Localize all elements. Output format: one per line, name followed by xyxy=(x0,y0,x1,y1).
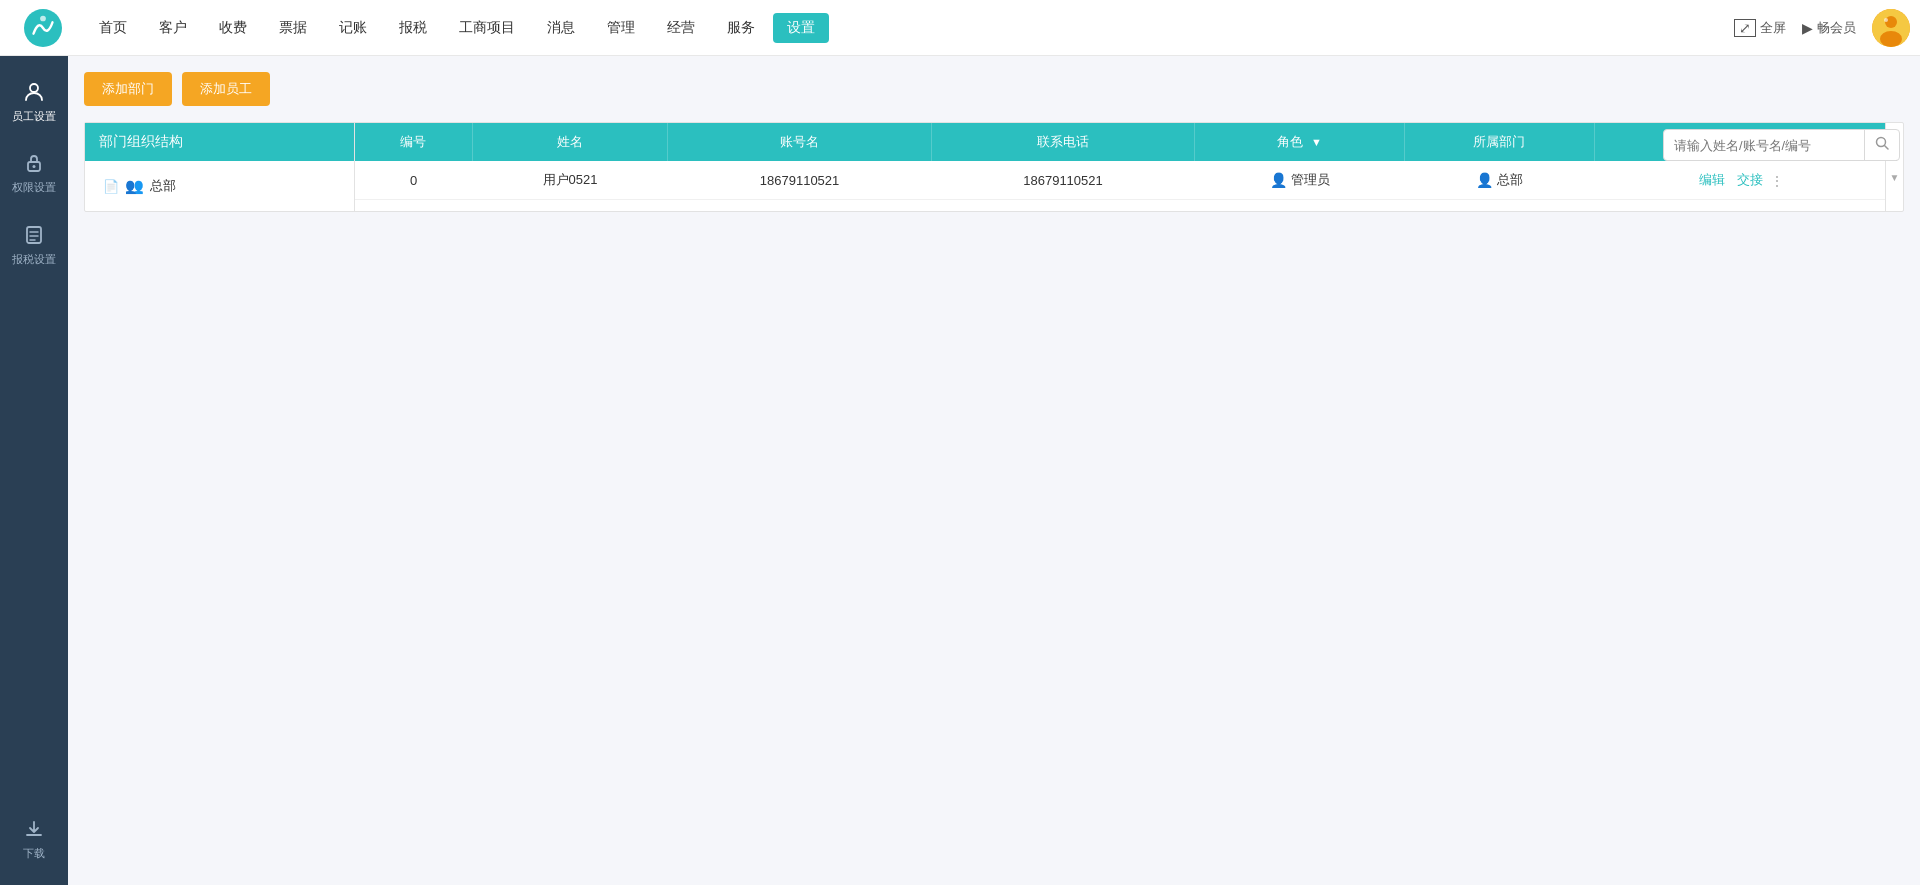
scroll-down-arrow[interactable]: ▼ xyxy=(1886,167,1903,187)
svg-point-3 xyxy=(1885,16,1897,28)
nav-right: ⤢ 全屏 ▶ 畅会员 xyxy=(1734,9,1910,47)
dept-tree-body: 📄 👥 总部 xyxy=(85,161,354,211)
member-label: 畅会员 xyxy=(1817,19,1856,37)
sidebar-bottom: 下载 xyxy=(18,803,50,885)
svg-point-5 xyxy=(1884,18,1888,22)
member-btn[interactable]: ▶ 畅会员 xyxy=(1802,19,1856,37)
svg-point-1 xyxy=(40,15,46,21)
sidebar-item-download-label: 下载 xyxy=(23,846,45,861)
logo xyxy=(10,9,75,47)
edit-link[interactable]: 编辑 xyxy=(1699,172,1725,187)
sidebar-item-employee[interactable]: 员工设置 xyxy=(0,66,68,137)
role-icon: 👤 xyxy=(1270,172,1287,188)
role-badge: 👤 管理员 xyxy=(1270,171,1330,189)
cell-role: 👤 管理员 xyxy=(1195,161,1405,200)
btn-bar: 添加部门 添加员工 xyxy=(84,72,1904,106)
search-input[interactable] xyxy=(1664,138,1864,153)
nav-item-bookkeeping[interactable]: 记账 xyxy=(325,13,381,43)
nav-item-operation[interactable]: 经营 xyxy=(653,13,709,43)
user-group-icon: 👥 xyxy=(125,177,144,195)
dept-tree-header: 部门组织结构 xyxy=(85,123,354,161)
table-body: 0 用户0521 18679110521 18679110521 👤 管理员 xyxy=(355,161,1885,200)
download-icon xyxy=(22,817,46,841)
cell-id: 0 xyxy=(355,161,472,200)
cell-name: 用户0521 xyxy=(472,161,668,200)
nav-item-home[interactable]: 首页 xyxy=(85,13,141,43)
fullscreen-label: 全屏 xyxy=(1760,19,1786,37)
cell-account: 18679110521 xyxy=(668,161,931,200)
nav-item-manage[interactable]: 管理 xyxy=(593,13,649,43)
employee-data-table: 编号 姓名 账号名 联系电话 角色 ▼ 所属部门 操作 xyxy=(355,123,1885,200)
table-header-row: 编号 姓名 账号名 联系电话 角色 ▼ 所属部门 操作 xyxy=(355,123,1885,161)
employee-icon xyxy=(22,80,46,104)
col-header-phone: 联系电话 xyxy=(931,123,1194,161)
table-row: 0 用户0521 18679110521 18679110521 👤 管理员 xyxy=(355,161,1885,200)
svg-line-14 xyxy=(1885,146,1889,150)
col-header-id: 编号 xyxy=(355,123,472,161)
filter-icon: ▼ xyxy=(1311,136,1322,148)
cell-phone: 18679110521 xyxy=(931,161,1194,200)
avatar[interactable] xyxy=(1872,9,1910,47)
sidebar-item-employee-label: 员工设置 xyxy=(12,109,56,123)
file-icon: 📄 xyxy=(103,179,119,194)
svg-point-4 xyxy=(1880,31,1902,47)
svg-point-8 xyxy=(33,165,36,168)
col-header-name: 姓名 xyxy=(472,123,668,161)
search-bar xyxy=(1663,129,1900,161)
search-button[interactable] xyxy=(1864,130,1899,160)
table-section: 部门组织结构 📄 👥 总部 编号 姓名 账号名 xyxy=(84,122,1904,212)
tree-item-headquarter[interactable]: 📄 👥 总部 xyxy=(95,171,344,201)
col-header-role: 角色 ▼ xyxy=(1195,123,1405,161)
permissions-icon xyxy=(22,151,46,175)
nav-item-bill[interactable]: 票据 xyxy=(265,13,321,43)
sidebar-item-permissions-label: 权限设置 xyxy=(12,180,56,194)
nav-item-service[interactable]: 服务 xyxy=(713,13,769,43)
member-icon: ▶ xyxy=(1802,20,1813,36)
nav-item-tax[interactable]: 报税 xyxy=(385,13,441,43)
cell-dept: 👤 总部 xyxy=(1404,161,1594,200)
cell-actions: 编辑 交接 ⋮ xyxy=(1595,161,1885,200)
nav-item-settings[interactable]: 设置 xyxy=(773,13,829,43)
nav-items: 首页 客户 收费 票据 记账 报税 工商项目 消息 管理 经营 服务 设置 xyxy=(85,13,1734,43)
more-icon[interactable]: ⋮ xyxy=(1770,173,1784,189)
svg-point-6 xyxy=(30,84,38,92)
dept-badge: 👤 总部 xyxy=(1476,171,1523,189)
add-employee-button[interactable]: 添加员工 xyxy=(182,72,270,106)
col-header-account: 账号名 xyxy=(668,123,931,161)
sidebar-item-permissions[interactable]: 权限设置 xyxy=(0,137,68,208)
sidebar-item-taxsettings-label: 报税设置 xyxy=(12,252,56,266)
sidebar: 员工设置 权限设置 报税设置 xyxy=(0,56,68,885)
sidebar-item-download[interactable]: 下载 xyxy=(18,803,50,875)
table-head: 编号 姓名 账号名 联系电话 角色 ▼ 所属部门 操作 xyxy=(355,123,1885,161)
employee-table: 编号 姓名 账号名 联系电话 角色 ▼ 所属部门 操作 xyxy=(355,123,1885,211)
main-layout: 员工设置 权限设置 报税设置 xyxy=(0,56,1920,885)
nav-item-customer[interactable]: 客户 xyxy=(145,13,201,43)
nav-item-fee[interactable]: 收费 xyxy=(205,13,261,43)
tree-item-label: 总部 xyxy=(150,177,176,195)
sidebar-item-taxsettings[interactable]: 报税设置 xyxy=(0,209,68,280)
dept-icon: 👤 xyxy=(1476,172,1493,188)
taxsettings-icon xyxy=(22,223,46,247)
top-nav: 首页 客户 收费 票据 记账 报税 工商项目 消息 管理 经营 服务 设置 ⤢ … xyxy=(0,0,1920,56)
role-label: 管理员 xyxy=(1291,171,1330,189)
nav-item-message[interactable]: 消息 xyxy=(533,13,589,43)
col-header-dept: 所属部门 xyxy=(1404,123,1594,161)
dept-tree: 部门组织结构 📄 👥 总部 xyxy=(85,123,355,211)
fullscreen-icon: ⤢ xyxy=(1734,19,1756,37)
dept-label: 总部 xyxy=(1497,171,1523,189)
transfer-link[interactable]: 交接 xyxy=(1737,172,1763,187)
add-dept-button[interactable]: 添加部门 xyxy=(84,72,172,106)
fullscreen-btn[interactable]: ⤢ 全屏 xyxy=(1734,19,1786,37)
nav-item-business[interactable]: 工商项目 xyxy=(445,13,529,43)
content: 添加部门 添加员工 部门组织结构 📄 👥 xyxy=(68,56,1920,885)
